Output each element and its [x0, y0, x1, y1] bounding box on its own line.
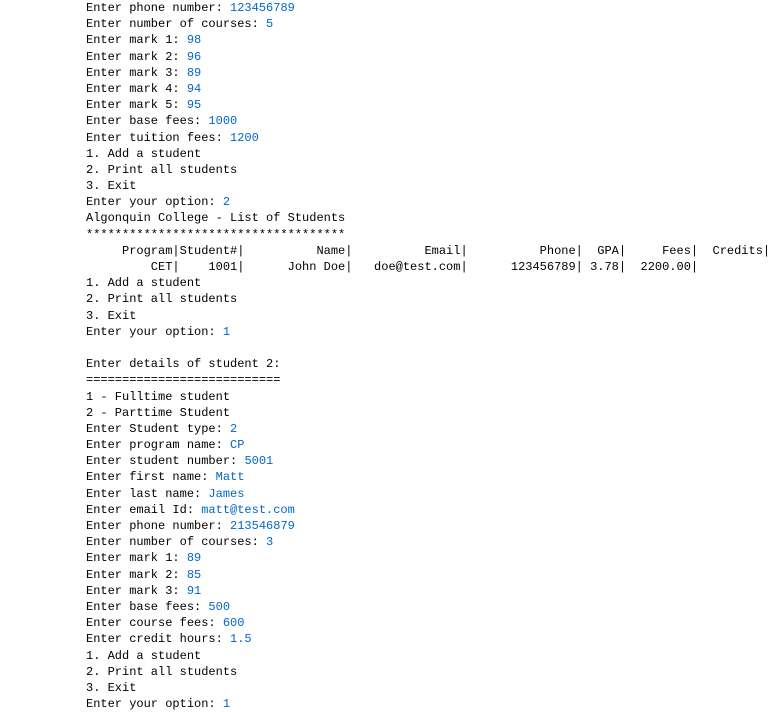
prompt-label: Enter mark 1: [86, 33, 187, 47]
input-value: 123456789 [230, 1, 295, 15]
prompt-label: Enter mark 1: [86, 551, 187, 565]
prompt-line: Enter phone number: 213546879 [86, 518, 783, 534]
input-value: 96 [187, 50, 201, 64]
prompt-line: Enter mark 2: 96 [86, 49, 783, 65]
prompt-label: Enter mark 2: [86, 50, 187, 64]
input-value: 89 [187, 66, 201, 80]
input-value: 91 [187, 584, 201, 598]
menu-option: 3. Exit [86, 308, 783, 324]
prompt-line: Enter number of courses: 5 [86, 16, 783, 32]
prompt-line: Enter your option: 1 [86, 696, 783, 712]
input-value: 5001 [244, 454, 273, 468]
prompt-line: Enter course fees: 600 [86, 615, 783, 631]
input-value: 2 [230, 422, 237, 436]
prompt-label: Enter base fees: [86, 600, 208, 614]
input-value: 1200 [230, 131, 259, 145]
table-header: Program|Student#| Name| Email| Phone| GP… [86, 243, 783, 259]
prompt-line: Enter mark 3: 91 [86, 583, 783, 599]
prompt-line: Enter mark 4: 94 [86, 81, 783, 97]
prompt-line: Enter student number: 5001 [86, 453, 783, 469]
table-row: CET| 1001| John Doe| doe@test.com| 12345… [86, 259, 783, 275]
menu-option: 2. Print all students [86, 664, 783, 680]
input-value: 500 [208, 600, 230, 614]
separator: =========================== [86, 372, 783, 388]
input-value: 1000 [208, 114, 237, 128]
input-value: CP [230, 438, 244, 452]
prompt-line: Enter mark 3: 89 [86, 65, 783, 81]
input-value: 5 [266, 17, 273, 31]
prompt-line: Enter mark 2: 85 [86, 567, 783, 583]
prompt-line: Enter your option: 2 [86, 194, 783, 210]
menu-option: 1. Add a student [86, 146, 783, 162]
menu-option: 3. Exit [86, 178, 783, 194]
prompt-line: Enter last name: James [86, 486, 783, 502]
prompt-line: Enter mark 1: 98 [86, 32, 783, 48]
input-value: 1.5 [230, 632, 252, 646]
menu-option: 2. Print all students [86, 162, 783, 178]
input-value: James [208, 487, 244, 501]
prompt-label: Enter mark 3: [86, 584, 187, 598]
prompt-line: Enter phone number: 123456789 [86, 0, 783, 16]
prompt-label: Enter last name: [86, 487, 208, 501]
prompt-label: Enter your option: [86, 697, 223, 711]
prompt-label: Enter mark 5: [86, 98, 187, 112]
input-value: 95 [187, 98, 201, 112]
prompt-line: Enter tuition fees: 1200 [86, 130, 783, 146]
prompt-line: Enter credit hours: 1.5 [86, 631, 783, 647]
prompt-label: Enter course fees: [86, 616, 223, 630]
section-header: Enter details of student 2: [86, 356, 783, 372]
input-value: Matt [216, 470, 245, 484]
prompt-line: Enter program name: CP [86, 437, 783, 453]
prompt-line: Enter your option: 1 [86, 324, 783, 340]
prompt-label: Enter credit hours: [86, 632, 230, 646]
type-option: 2 - Parttime Student [86, 405, 783, 421]
prompt-label: Enter email Id: [86, 503, 201, 517]
prompt-label: Enter phone number: [86, 519, 230, 533]
separator: ************************************ [86, 227, 783, 243]
prompt-label: Enter your option: [86, 325, 223, 339]
type-option: 1 - Fulltime student [86, 389, 783, 405]
prompt-line: Enter mark 5: 95 [86, 97, 783, 113]
input-value: 85 [187, 568, 201, 582]
prompt-label: Enter your option: [86, 195, 223, 209]
prompt-label: Enter student number: [86, 454, 244, 468]
menu-option: 2. Print all students [86, 291, 783, 307]
prompt-line: Enter base fees: 1000 [86, 113, 783, 129]
prompt-label: Enter program name: [86, 438, 230, 452]
prompt-label: Enter phone number: [86, 1, 230, 15]
input-value: matt@test.com [201, 503, 295, 517]
prompt-line: Enter first name: Matt [86, 469, 783, 485]
input-value: 98 [187, 33, 201, 47]
input-value: 600 [223, 616, 245, 630]
prompt-label: Enter tuition fees: [86, 131, 230, 145]
prompt-label: Enter base fees: [86, 114, 208, 128]
blank-line [86, 340, 783, 356]
prompt-label: Enter Student type: [86, 422, 230, 436]
input-value: 1 [223, 697, 230, 711]
input-value: 213546879 [230, 519, 295, 533]
list-title: Algonquin College - List of Students [86, 210, 783, 226]
prompt-line: Enter email Id: matt@test.com [86, 502, 783, 518]
prompt-line: Enter mark 1: 89 [86, 550, 783, 566]
menu-option: 3. Exit [86, 680, 783, 696]
input-value: 3 [266, 535, 273, 549]
prompt-line: Enter Student type: 2 [86, 421, 783, 437]
prompt-label: Enter number of courses: [86, 535, 266, 549]
input-value: 89 [187, 551, 201, 565]
input-value: 94 [187, 82, 201, 96]
prompt-label: Enter mark 3: [86, 66, 187, 80]
prompt-label: Enter number of courses: [86, 17, 266, 31]
prompt-line: Enter base fees: 500 [86, 599, 783, 615]
menu-option: 1. Add a student [86, 648, 783, 664]
prompt-label: Enter mark 2: [86, 568, 187, 582]
prompt-label: Enter mark 4: [86, 82, 187, 96]
prompt-line: Enter number of courses: 3 [86, 534, 783, 550]
input-value: 1 [223, 325, 230, 339]
input-value: 2 [223, 195, 230, 209]
menu-option: 1. Add a student [86, 275, 783, 291]
prompt-label: Enter first name: [86, 470, 216, 484]
